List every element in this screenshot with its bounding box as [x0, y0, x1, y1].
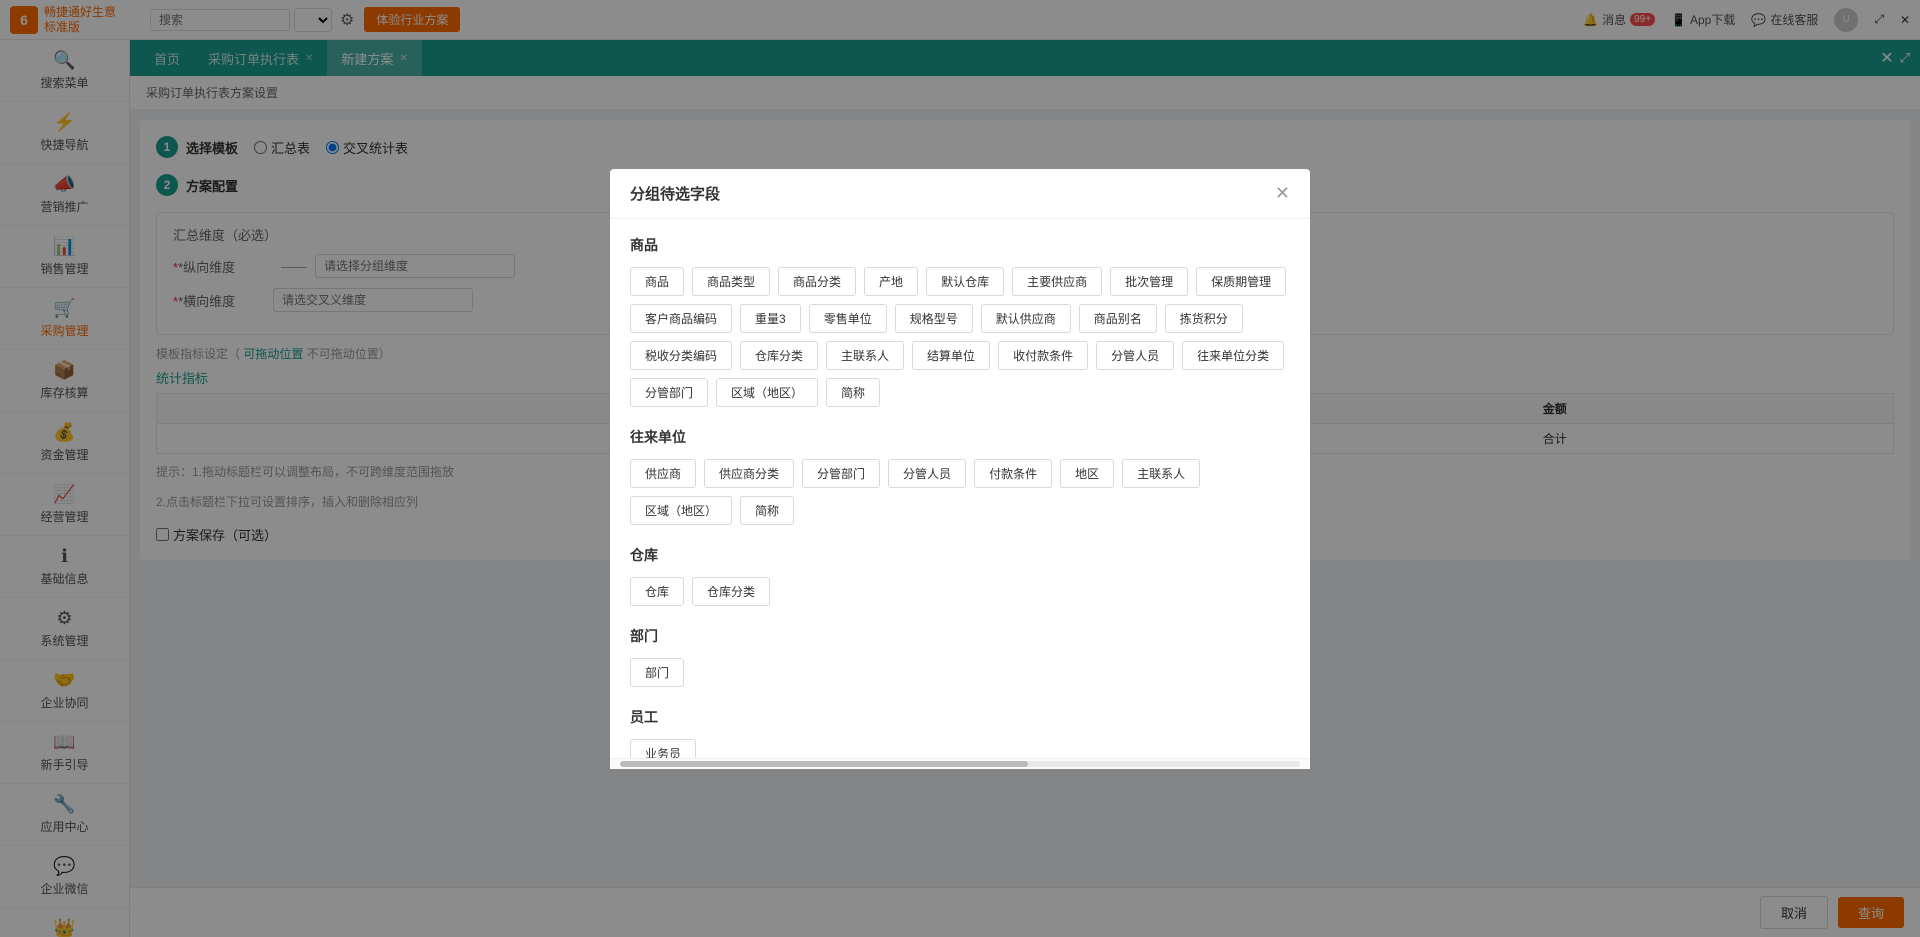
field-section-3: 部门部门: [630, 626, 1290, 687]
field-tag-1-6[interactable]: 主联系人: [1122, 459, 1200, 488]
field-tag-0-0[interactable]: 商品: [630, 267, 684, 296]
field-tags-2: 仓库仓库分类: [630, 577, 1290, 606]
field-tag-0-18[interactable]: 结算单位: [912, 341, 990, 370]
field-tag-0-16[interactable]: 仓库分类: [740, 341, 818, 370]
field-tag-0-4[interactable]: 默认仓库: [926, 267, 1004, 296]
field-tag-0-1[interactable]: 商品类型: [692, 267, 770, 296]
modal-title: 分组待选字段: [630, 183, 720, 204]
field-tag-0-3[interactable]: 产地: [864, 267, 918, 296]
modal-header: 分组待选字段 ✕: [610, 169, 1310, 219]
section-title-2: 仓库: [630, 545, 1290, 565]
field-section-0: 商品商品商品类型商品分类产地默认仓库主要供应商批次管理保质期管理客户商品编码重量…: [630, 235, 1290, 407]
field-tag-4-0[interactable]: 业务员: [630, 739, 696, 758]
field-tag-0-13[interactable]: 商品别名: [1079, 304, 1157, 333]
field-tag-0-2[interactable]: 商品分类: [778, 267, 856, 296]
field-tags-1: 供应商供应商分类分管部门分管人员付款条件地区主联系人区域（地区） 简称: [630, 459, 1290, 525]
field-tag-0-19[interactable]: 收付款条件: [998, 341, 1088, 370]
field-tag-1-3[interactable]: 分管人员: [888, 459, 966, 488]
field-section-2: 仓库仓库仓库分类: [630, 545, 1290, 606]
field-tag-0-21[interactable]: 往来单位分类: [1182, 341, 1284, 370]
field-tag-1-2[interactable]: 分管部门: [802, 459, 880, 488]
field-tag-1-7[interactable]: 区域（地区）: [630, 496, 732, 525]
field-tags-3: 部门: [630, 658, 1290, 687]
section-title-4: 员工: [630, 707, 1290, 727]
horizontal-scrollbar[interactable]: [620, 761, 1300, 767]
field-tag-0-14[interactable]: 拣货积分: [1165, 304, 1243, 333]
field-tag-1-1[interactable]: 供应商分类: [704, 459, 794, 488]
field-tag-1-5[interactable]: 地区: [1060, 459, 1114, 488]
modal-footer-scroll: [610, 758, 1310, 769]
field-tag-0-24[interactable]: 简称: [826, 378, 880, 407]
field-tag-0-5[interactable]: 主要供应商: [1012, 267, 1102, 296]
section-title-0: 商品: [630, 235, 1290, 255]
h-scrollbar-thumb: [620, 761, 1028, 767]
field-tag-0-6[interactable]: 批次管理: [1110, 267, 1188, 296]
modal-body[interactable]: 商品商品商品类型商品分类产地默认仓库主要供应商批次管理保质期管理客户商品编码重量…: [610, 219, 1310, 758]
field-tag-0-12[interactable]: 默认供应商: [981, 304, 1071, 333]
field-section-1: 往来单位供应商供应商分类分管部门分管人员付款条件地区主联系人区域（地区） 简称: [630, 427, 1290, 525]
field-tags-0: 商品商品类型商品分类产地默认仓库主要供应商批次管理保质期管理客户商品编码重量3 零…: [630, 267, 1290, 407]
modal-close-icon[interactable]: ✕: [1275, 183, 1290, 204]
field-tag-0-15[interactable]: 税收分类编码: [630, 341, 732, 370]
field-tag-0-20[interactable]: 分管人员: [1096, 341, 1174, 370]
section-title-3: 部门: [630, 626, 1290, 646]
section-title-1: 往来单位: [630, 427, 1290, 447]
field-tag-1-4[interactable]: 付款条件: [974, 459, 1052, 488]
field-tag-0-11[interactable]: 规格型号: [895, 304, 973, 333]
modal-overlay: 分组待选字段 ✕ 商品商品商品类型商品分类产地默认仓库主要供应商批次管理保质期管…: [0, 0, 1920, 937]
field-tag-0-8[interactable]: 客户商品编码: [630, 304, 732, 333]
field-section-4: 员工业务员: [630, 707, 1290, 758]
field-tag-0-9[interactable]: 重量3: [740, 304, 801, 333]
field-tags-4: 业务员: [630, 739, 1290, 758]
field-tag-1-8[interactable]: 简称: [740, 496, 794, 525]
field-tag-0-22[interactable]: 分管部门: [630, 378, 708, 407]
field-tag-1-0[interactable]: 供应商: [630, 459, 696, 488]
field-tag-3-0[interactable]: 部门: [630, 658, 684, 687]
field-tag-0-23[interactable]: 区域（地区）: [716, 378, 818, 407]
field-tag-0-7[interactable]: 保质期管理: [1196, 267, 1286, 296]
modal: 分组待选字段 ✕ 商品商品商品类型商品分类产地默认仓库主要供应商批次管理保质期管…: [610, 169, 1310, 769]
field-tag-2-1[interactable]: 仓库分类: [692, 577, 770, 606]
field-tag-0-17[interactable]: 主联系人: [826, 341, 904, 370]
field-tag-0-10[interactable]: 零售单位: [809, 304, 887, 333]
field-tag-2-0[interactable]: 仓库: [630, 577, 684, 606]
